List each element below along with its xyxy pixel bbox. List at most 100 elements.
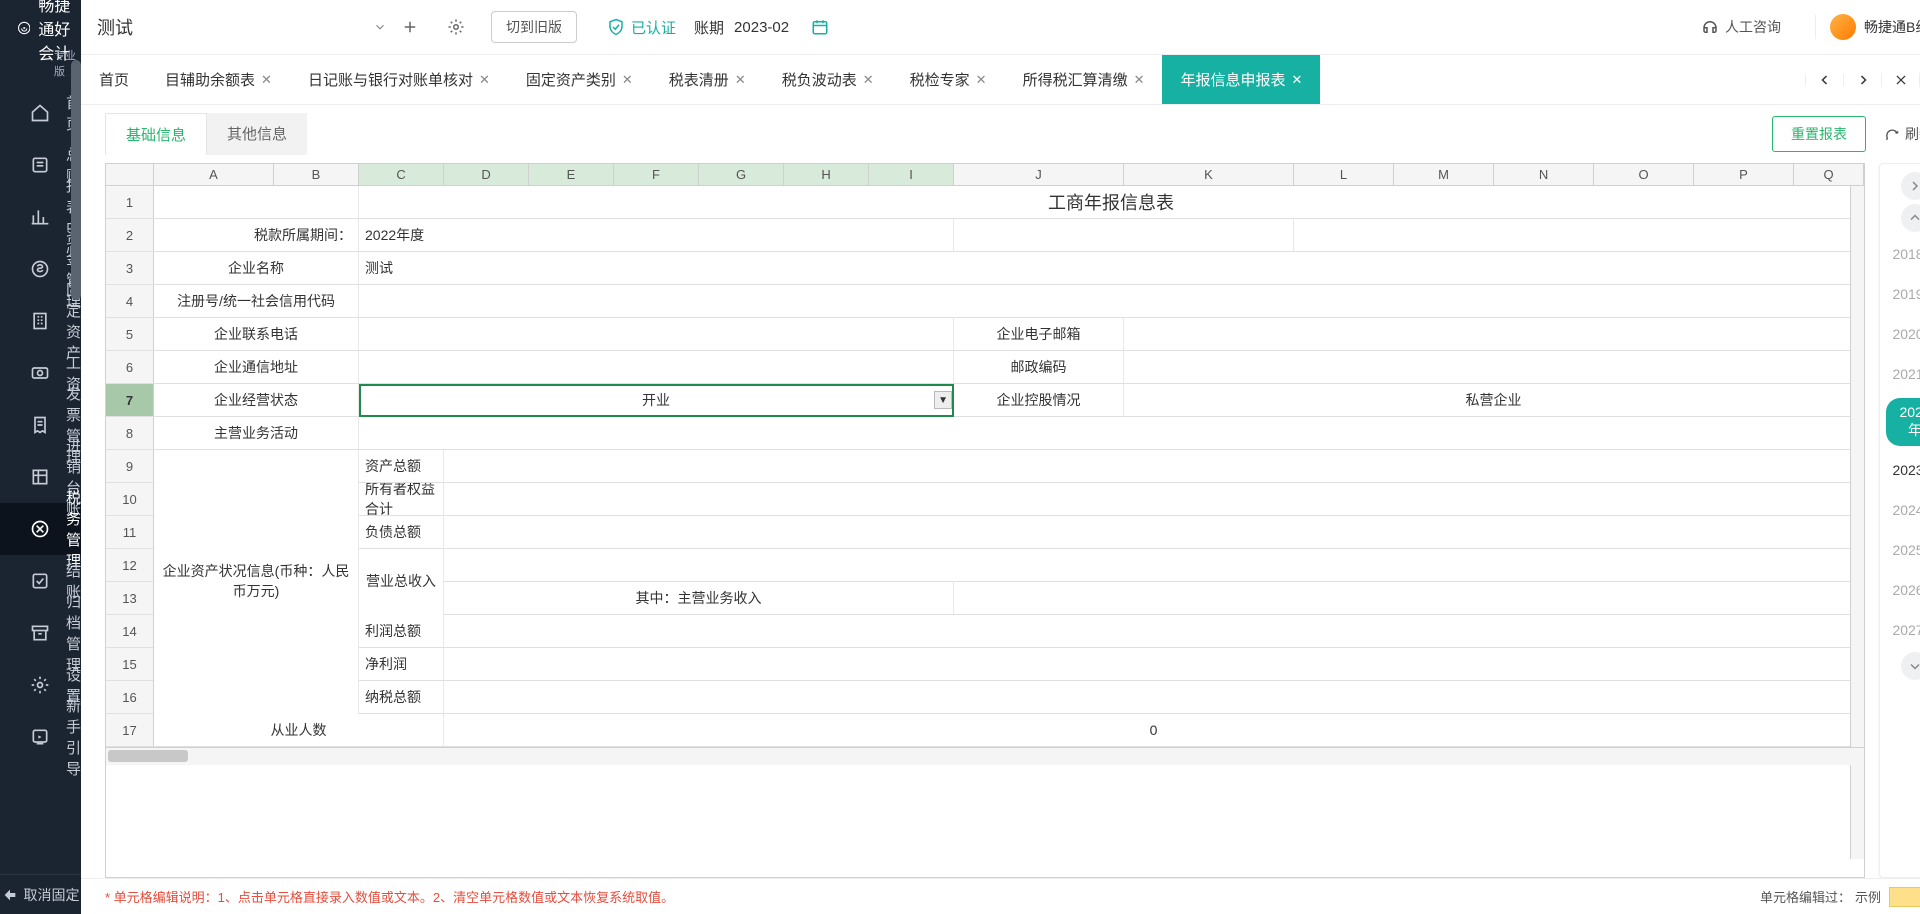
tab[interactable]: 日记账与银行对账单核对✕ [290,55,508,104]
col-header[interactable]: C [359,164,444,185]
sidebar-scrollbar[interactable] [71,60,81,300]
tab[interactable]: 固定资产类别✕ [508,55,651,104]
tab-scroll-left[interactable] [1805,74,1843,86]
business-status-cell[interactable]: 开业 [359,384,954,416]
cell[interactable]: 企业经营状态 [154,384,359,416]
unpin-button[interactable]: 取消固定 [0,874,81,914]
cell[interactable] [444,450,1864,482]
cell[interactable]: 企业通信地址 [154,351,359,383]
cell[interactable]: 注册号/统一社会信用代码 [154,285,359,317]
cell[interactable] [1124,318,1864,350]
year-down-icon[interactable] [1901,652,1920,680]
tab[interactable]: 年报信息申报表✕ [1162,55,1320,104]
cell[interactable]: 纳税总额 [359,681,444,713]
cell[interactable]: 0 [444,714,1864,746]
tab-close-icon[interactable]: ✕ [261,72,272,88]
cell[interactable]: 从业人数 [154,714,444,746]
user-menu[interactable]: 畅捷通B组... [1830,14,1920,40]
row-header[interactable]: 6 [106,351,154,383]
cell[interactable] [444,549,1864,581]
cell[interactable]: 主营业务活动 [154,417,359,449]
tab[interactable]: 目辅助余额表✕ [147,55,290,104]
col-header[interactable]: M [1394,164,1494,185]
year-option[interactable]: 2021年 [1880,356,1920,392]
nav-item-building[interactable]: 固定资产 [0,295,81,347]
row-header[interactable]: 11 [106,516,154,549]
tab[interactable]: 所得税汇算清缴✕ [1005,55,1163,104]
cell[interactable] [359,417,1864,449]
row-header[interactable]: 14 [106,615,154,648]
dropdown-arrow-icon[interactable]: ▼ [934,391,952,409]
col-header[interactable]: E [529,164,614,185]
subtab-basic[interactable]: 基础信息 [105,113,207,155]
cell[interactable]: 邮政编码 [954,351,1124,383]
cell[interactable]: 所有者权益合计 [359,483,444,515]
cell[interactable] [444,516,1864,548]
cell[interactable] [1124,351,1864,383]
cell[interactable]: 私营企业 [1124,384,1864,416]
col-header[interactable]: F [614,164,699,185]
subtab-other[interactable]: 其他信息 [207,113,307,155]
select-all-corner[interactable] [106,164,154,185]
cell[interactable] [359,285,1864,317]
col-header[interactable]: N [1494,164,1594,185]
row-header[interactable]: 15 [106,648,154,681]
col-header[interactable]: I [869,164,954,185]
scroll-thumb[interactable] [108,750,188,762]
row-header[interactable]: 1 [106,186,154,218]
settings-button[interactable] [439,10,473,44]
col-header[interactable]: Q [1794,164,1864,185]
col-header[interactable]: P [1694,164,1794,185]
row-header[interactable]: 2 [106,219,154,251]
col-header[interactable]: G [699,164,784,185]
cell[interactable]: 企业控股情况 [954,384,1124,416]
cell[interactable] [954,582,1864,614]
spreadsheet[interactable]: ABCDEFGHIJKLMNOPQ1工商年报信息表2税款所属期间：2022年度3… [105,163,1865,878]
row-header[interactable]: 17 [106,714,154,746]
row-header[interactable]: 7 [106,384,154,416]
tab-close-icon[interactable]: ✕ [863,72,874,88]
row-header[interactable]: 12 [106,549,154,582]
cell[interactable] [444,483,1864,515]
cell[interactable]: 其中：主营业务收入 [444,582,954,614]
col-header[interactable]: A [154,164,274,185]
tab-close-icon[interactable]: ✕ [479,72,490,88]
horizontal-scrollbar[interactable] [106,747,1864,765]
cell[interactable] [444,615,1864,647]
tab-close-icon[interactable]: ✕ [622,72,633,88]
col-header[interactable]: J [954,164,1124,185]
year-option[interactable]: 2024年 [1880,492,1920,528]
year-option[interactable]: 2026年 [1880,572,1920,608]
col-header[interactable]: H [784,164,869,185]
cell[interactable] [954,219,1294,251]
nav-item-tax[interactable]: 税务管理 [0,503,81,555]
cell[interactable] [444,648,1864,680]
cell[interactable]: 企业名称 [154,252,359,284]
col-header[interactable]: B [274,164,359,185]
cell[interactable] [154,186,359,218]
tab[interactable]: 税检专家✕ [892,55,1005,104]
cell[interactable] [1294,219,1864,251]
tab[interactable]: 首页 [81,55,147,104]
cell[interactable]: 资产总额 [359,450,444,482]
cell[interactable]: 营业总收入 [359,549,444,615]
cell[interactable]: 企业联系电话 [154,318,359,350]
cell[interactable]: 负债总额 [359,516,444,548]
year-option[interactable]: 2023年 [1880,452,1920,488]
cell[interactable]: 利润总额 [359,615,444,647]
calendar-button[interactable] [803,10,837,44]
reset-report-button[interactable]: 重置报表 [1772,116,1866,152]
row-header[interactable]: 5 [106,318,154,350]
row-header[interactable]: 9 [106,450,154,483]
row-header[interactable]: 10 [106,483,154,516]
cell[interactable]: 税款所属期间： [154,219,359,251]
nav-item-home[interactable]: 首页 [0,87,81,139]
old-version-button[interactable]: 切到旧版 [491,11,577,43]
tab[interactable]: 税负波动表✕ [764,55,892,104]
col-header[interactable]: O [1594,164,1694,185]
year-option[interactable]: 2019年 [1880,276,1920,312]
row-header[interactable]: 16 [106,681,154,714]
tab-close-icon[interactable]: ✕ [1134,72,1145,88]
cell[interactable] [444,681,1864,713]
col-header[interactable]: D [444,164,529,185]
